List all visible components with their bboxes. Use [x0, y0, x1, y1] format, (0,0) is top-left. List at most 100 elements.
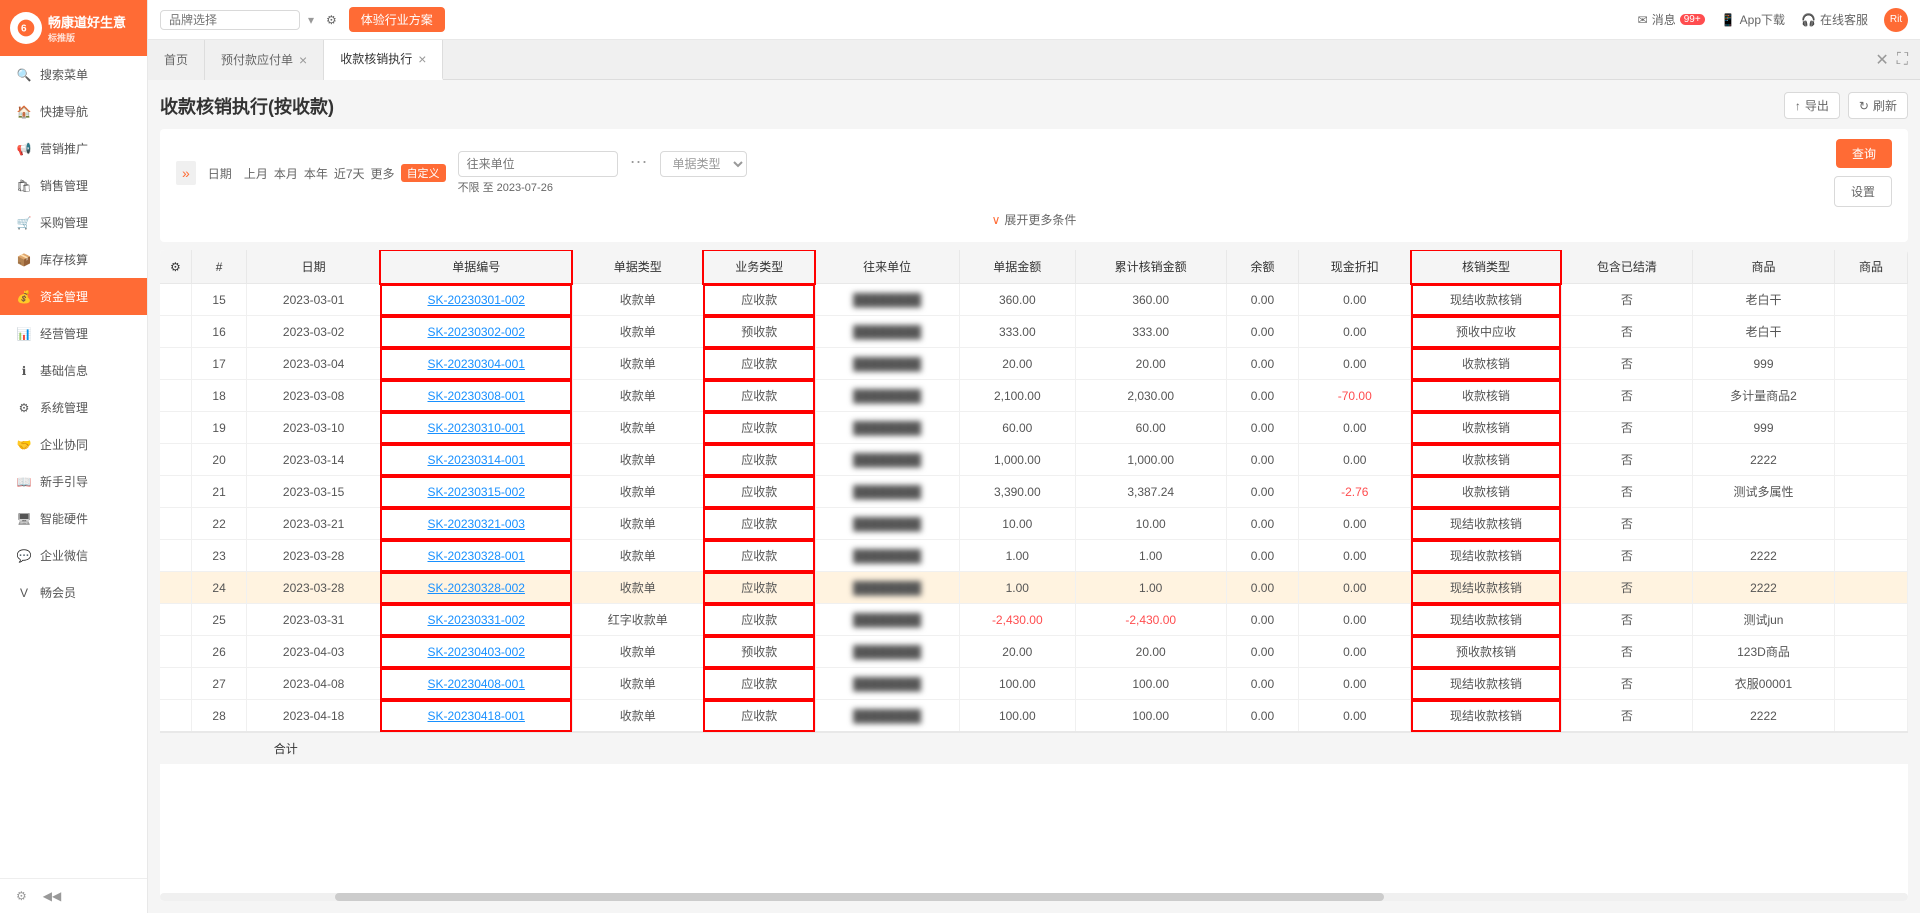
- refresh-button[interactable]: ↻ 刷新: [1848, 92, 1908, 119]
- user-avatar[interactable]: Rit: [1884, 8, 1908, 32]
- filter-more-dots[interactable]: ···: [630, 151, 648, 177]
- date-option-7days[interactable]: 近7天: [334, 165, 365, 182]
- cell-cum-amount: 3,387.24: [1075, 476, 1226, 508]
- sidebar-item-operations[interactable]: 📊 经营管理: [0, 315, 147, 352]
- sidebar-item-search[interactable]: 🔍 搜索菜单: [0, 56, 147, 93]
- cell-cum-amount: 10.00: [1075, 508, 1226, 540]
- doc-no-link[interactable]: SK-20230403-002: [428, 645, 525, 659]
- collapse-icon[interactable]: ◀◀: [43, 889, 61, 903]
- cell-doc-no[interactable]: SK-20230301-002: [380, 284, 572, 316]
- sidebar-item-sales[interactable]: 🛍 销售管理: [0, 167, 147, 204]
- filter-row: » 日期 上月 本月 本年 近7天 更多 自定义 ··· 单据类型: [176, 139, 1892, 207]
- cell-doc-no[interactable]: SK-20230328-001: [380, 540, 572, 572]
- doc-no-link[interactable]: SK-20230418-001: [428, 709, 525, 723]
- filter-settings-button[interactable]: 设置: [1834, 176, 1892, 207]
- messages-button[interactable]: ✉ 消息 99+: [1638, 11, 1705, 28]
- settings-bottom-icon[interactable]: ⚙: [16, 889, 27, 903]
- expand-more-button[interactable]: ∨ 展开更多条件: [992, 211, 1077, 228]
- app-download-button[interactable]: 📱 App下载: [1721, 11, 1785, 28]
- cell-doc-no[interactable]: SK-20230310-001: [380, 412, 572, 444]
- doc-no-link[interactable]: SK-20230308-001: [428, 389, 525, 403]
- table-scrollbar[interactable]: [160, 893, 1908, 901]
- tab-collection-exec-close-icon[interactable]: ×: [418, 51, 426, 67]
- cell-doc-no[interactable]: SK-20230403-002: [380, 636, 572, 668]
- cell-amount: 1,000.00: [959, 444, 1075, 476]
- online-service-button[interactable]: 🎧 在线客服: [1801, 11, 1868, 28]
- main-content: ▾ ⚙ 体验行业方案 ✉ 消息 99+ 📱 App下载 🎧 在线客服 Rit: [148, 0, 1920, 913]
- doc-no-link[interactable]: SK-20230315-002: [428, 485, 525, 499]
- cell-include-cleared: 否: [1561, 284, 1692, 316]
- cell-doc-no[interactable]: SK-20230315-002: [380, 476, 572, 508]
- sidebar-item-quick-nav[interactable]: 🏠 快捷导航: [0, 93, 147, 130]
- cell-cash-discount: -2.76: [1299, 476, 1411, 508]
- sidebar-item-base-info[interactable]: ℹ 基础信息: [0, 352, 147, 389]
- sidebar-item-wechat[interactable]: 💬 企业微信: [0, 537, 147, 574]
- date-option-this-year[interactable]: 本年: [304, 165, 328, 182]
- date-custom-option[interactable]: 自定义: [401, 164, 446, 182]
- hardware-icon: 🖥: [16, 511, 32, 527]
- topbar-chevron-icon[interactable]: ▾: [308, 13, 314, 27]
- doc-no-link[interactable]: SK-20230321-003: [428, 517, 525, 531]
- tab-collection-exec[interactable]: 收款核销执行 ×: [324, 40, 443, 80]
- doc-no-link[interactable]: SK-20230328-001: [428, 549, 525, 563]
- sidebar-item-member[interactable]: V 畅会员: [0, 574, 147, 611]
- sidebar-item-system[interactable]: ⚙ 系统管理: [0, 389, 147, 426]
- table-wrapper[interactable]: ⚙ # 日期 单据编号 单据类型 业务类型 往来单位 单据金额 累计核销金额 余…: [160, 250, 1908, 893]
- date-option-more[interactable]: 更多: [371, 165, 395, 182]
- doc-no-link[interactable]: SK-20230302-002: [428, 325, 525, 339]
- doc-no-link[interactable]: SK-20230408-001: [428, 677, 525, 691]
- cell-doc-no[interactable]: SK-20230418-001: [380, 700, 572, 733]
- close-tab-icon[interactable]: ✕: [1875, 50, 1888, 70]
- tab-pre-payment-close-icon[interactable]: ×: [299, 52, 307, 68]
- doc-no-link[interactable]: SK-20230310-001: [428, 421, 525, 435]
- tab-pre-payment[interactable]: 预付款应付单 ×: [205, 40, 324, 80]
- counterpart-input[interactable]: [458, 151, 618, 177]
- cell-doc-no[interactable]: SK-20230304-001: [380, 348, 572, 380]
- date-option-this-month[interactable]: 本月: [274, 165, 298, 182]
- cell-goods2: [1834, 700, 1907, 733]
- cell-doc-type: 收款单: [572, 700, 703, 733]
- cell-doc-no[interactable]: SK-20230328-002: [380, 572, 572, 604]
- export-button[interactable]: ↑ 导出: [1784, 92, 1840, 119]
- query-button[interactable]: 查询: [1836, 139, 1892, 168]
- tab-home[interactable]: 首页: [148, 40, 205, 80]
- cell-doc-no[interactable]: SK-20230314-001: [380, 444, 572, 476]
- cell-row-num: 20: [191, 444, 247, 476]
- footer-counterpart: [815, 732, 959, 764]
- brand-select-input[interactable]: [160, 10, 300, 30]
- cell-doc-no[interactable]: SK-20230308-001: [380, 380, 572, 412]
- sidebar-item-inventory[interactable]: 📦 库存核算: [0, 241, 147, 278]
- sidebar-item-marketing[interactable]: 📢 营销推广: [0, 130, 147, 167]
- sidebar-item-purchase[interactable]: 🛒 采购管理: [0, 204, 147, 241]
- sidebar-item-hardware[interactable]: 🖥 智能硬件: [0, 500, 147, 537]
- cell-counterpart: ████████: [815, 284, 959, 316]
- cell-goods: 2222: [1692, 572, 1834, 604]
- doc-no-link[interactable]: SK-20230328-002: [428, 581, 525, 595]
- cell-counterpart: ████████: [815, 380, 959, 412]
- sidebar-item-finance[interactable]: 💰 资金管理: [0, 278, 147, 315]
- sidebar-item-corp[interactable]: 🤝 企业协同: [0, 426, 147, 463]
- col-header-settings[interactable]: ⚙: [160, 250, 191, 284]
- table-scrollbar-thumb[interactable]: [335, 893, 1384, 901]
- filter-expand-button[interactable]: »: [176, 161, 196, 185]
- cell-goods: 测试多属性: [1692, 476, 1834, 508]
- doc-type-select[interactable]: 单据类型: [660, 151, 747, 177]
- doc-no-link[interactable]: SK-20230314-001: [428, 453, 525, 467]
- solution-button[interactable]: 体验行业方案: [349, 7, 445, 32]
- doc-no-link[interactable]: SK-20230301-002: [428, 293, 525, 307]
- cell-doc-no[interactable]: SK-20230408-001: [380, 668, 572, 700]
- cell-biz-type: 预收款: [703, 636, 815, 668]
- cell-amount: 1.00: [959, 572, 1075, 604]
- date-option-last-month[interactable]: 上月: [244, 165, 268, 182]
- cell-amount: 100.00: [959, 700, 1075, 733]
- topbar-gear-icon[interactable]: ⚙: [326, 13, 337, 27]
- cell-doc-no[interactable]: SK-20230302-002: [380, 316, 572, 348]
- cell-doc-no[interactable]: SK-20230331-002: [380, 604, 572, 636]
- col-header-row-num: #: [191, 250, 247, 284]
- sidebar-item-guide[interactable]: 📖 新手引导: [0, 463, 147, 500]
- expand-tab-icon[interactable]: ⛶: [1897, 51, 1908, 69]
- doc-no-link[interactable]: SK-20230304-001: [428, 357, 525, 371]
- doc-no-link[interactable]: SK-20230331-002: [428, 613, 525, 627]
- cell-cash-discount: 0.00: [1299, 284, 1411, 316]
- cell-doc-no[interactable]: SK-20230321-003: [380, 508, 572, 540]
